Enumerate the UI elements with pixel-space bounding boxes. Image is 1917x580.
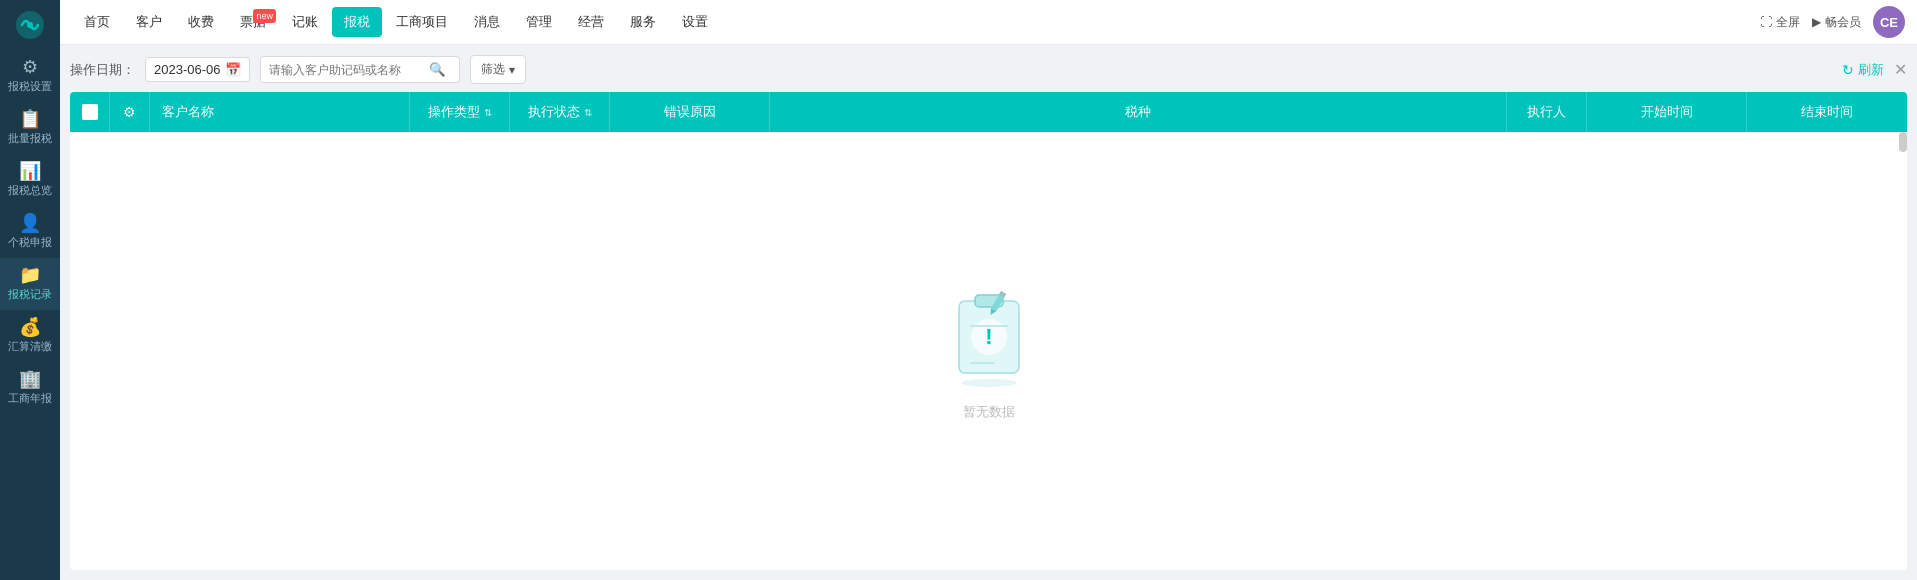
new-badge: new <box>253 9 276 23</box>
th-end-time-label: 结束时间 <box>1801 103 1853 121</box>
filter-label: 筛选 <box>481 61 505 78</box>
th-start-time: 开始时间 <box>1587 92 1747 132</box>
date-label: 操作日期： <box>70 61 135 79</box>
sidebar-item-baoshuizonglan[interactable]: 📊 报税总览 <box>0 154 60 206</box>
avatar[interactable]: CE <box>1873 6 1905 38</box>
fullscreen-label: 全屏 <box>1776 14 1800 31</box>
close-button[interactable]: ✕ <box>1894 62 1907 78</box>
main-area: 首页 客户 收费 票据 new 记账 报税 工商项目 消息 管理 经营 服务 设… <box>60 0 1917 580</box>
nav-shoufei[interactable]: 收费 <box>176 7 226 37</box>
refresh-icon: ↻ <box>1842 62 1854 78</box>
nav-gongshang[interactable]: 工商项目 <box>384 7 460 37</box>
nav-baoshui[interactable]: 报税 <box>332 7 382 37</box>
batch-tax-icon: 📋 <box>19 110 41 128</box>
th-op-type[interactable]: 操作类型 ⇅ <box>410 92 510 132</box>
sort-icon: ⇅ <box>484 107 492 118</box>
th-exec-status-label: 执行状态 <box>528 103 580 121</box>
empty-state: ! <box>899 241 1079 461</box>
nav-guanli[interactable]: 管理 <box>514 7 564 37</box>
nav-xiaoxi[interactable]: 消息 <box>462 7 512 37</box>
search-button[interactable]: 🔍 <box>421 57 454 82</box>
th-executor-label: 执行人 <box>1527 103 1566 121</box>
th-executor: 执行人 <box>1507 92 1587 132</box>
search-input[interactable] <box>261 58 421 82</box>
sort-icon: ⇅ <box>584 107 592 118</box>
sidebar-item-pilianbaoshui[interactable]: 📋 批量报税 <box>0 102 60 154</box>
svg-text:!: ! <box>985 324 992 349</box>
search-icon: 🔍 <box>429 62 446 77</box>
nav-shouye[interactable]: 首页 <box>72 7 122 37</box>
calendar-icon: 📅 <box>225 62 241 77</box>
app-logo <box>0 0 60 50</box>
date-picker[interactable]: 2023-06-06 📅 <box>145 57 250 82</box>
video-icon: ▶ <box>1812 15 1821 29</box>
th-tax-type: 税种 <box>770 92 1507 132</box>
annual-report-icon: 🏢 <box>19 370 41 388</box>
sidebar-item-label: 批量报税 <box>8 131 52 146</box>
sidebar-item-baoshuishezhi[interactable]: ⚙ 报税设置 <box>0 50 60 102</box>
th-client-label: 客户名称 <box>162 103 214 121</box>
nav-shezhi[interactable]: 设置 <box>670 7 720 37</box>
th-op-type-label: 操作类型 <box>428 103 480 121</box>
nav-fuwu[interactable]: 服务 <box>618 7 668 37</box>
nav-jizhang[interactable]: 记账 <box>280 7 330 37</box>
th-client: 客户名称 <box>150 92 410 132</box>
nav-items: 首页 客户 收费 票据 new 记账 报税 工商项目 消息 管理 经营 服务 设… <box>72 7 1760 37</box>
sidebar-item-label: 报税总览 <box>8 183 52 198</box>
nav-piao[interactable]: 票据 new <box>228 7 278 37</box>
column-settings-icon[interactable]: ⚙ <box>123 104 136 120</box>
scrollbar-thumb[interactable] <box>1899 132 1907 152</box>
search-box: 🔍 <box>260 56 460 83</box>
empty-text: 暂无数据 <box>963 403 1015 421</box>
svg-point-1 <box>27 22 33 28</box>
sidebar: ⚙ 报税设置 📋 批量报税 📊 报税总览 👤 个税申报 📁 报税记录 💰 汇算清… <box>0 0 60 580</box>
settings-icon: ⚙ <box>22 58 38 76</box>
content: 操作日期： 2023-06-06 📅 🔍 筛选 ▾ ↻ 刷新 ✕ <box>60 45 1917 580</box>
table-body: ! <box>70 132 1907 570</box>
svg-point-11 <box>961 379 1017 387</box>
th-error-reason: 错误原因 <box>610 92 770 132</box>
table-container: ⚙ 客户名称 操作类型 ⇅ 执行状态 ⇅ 错误原因 税种 <box>70 92 1907 570</box>
th-tax-type-label: 税种 <box>1125 103 1151 121</box>
sidebar-item-label: 工商年报 <box>8 391 52 406</box>
fullscreen-icon: ⛶ <box>1760 15 1772 29</box>
record-icon: 📁 <box>19 266 41 284</box>
member-btn[interactable]: ▶ 畅会员 <box>1812 14 1861 31</box>
filter-button[interactable]: 筛选 ▾ <box>470 55 526 84</box>
th-settings[interactable]: ⚙ <box>110 92 150 132</box>
nav-kehu[interactable]: 客户 <box>124 7 174 37</box>
select-all-checkbox[interactable] <box>82 104 98 120</box>
th-checkbox[interactable] <box>70 92 110 132</box>
th-end-time: 结束时间 <box>1747 92 1907 132</box>
overview-icon: 📊 <box>19 162 41 180</box>
member-label: 畅会员 <box>1825 14 1861 31</box>
sidebar-item-gongshangnianbao[interactable]: 🏢 工商年报 <box>0 362 60 414</box>
fullscreen-btn[interactable]: ⛶ 全屏 <box>1760 14 1800 31</box>
settlement-icon: 💰 <box>19 318 41 336</box>
personal-tax-icon: 👤 <box>19 214 41 232</box>
toolbar: 操作日期： 2023-06-06 📅 🔍 筛选 ▾ ↻ 刷新 ✕ <box>70 55 1907 84</box>
topnav-right: ⛶ 全屏 ▶ 畅会员 CE <box>1760 6 1905 38</box>
sidebar-item-label: 报税记录 <box>8 287 52 302</box>
sidebar-item-label: 个税申报 <box>8 235 52 250</box>
th-error-reason-label: 错误原因 <box>664 103 716 121</box>
th-start-time-label: 开始时间 <box>1641 103 1693 121</box>
chevron-down-icon: ▾ <box>509 63 515 77</box>
sidebar-item-label: 汇算清缴 <box>8 339 52 354</box>
empty-illustration: ! <box>939 281 1039 391</box>
sidebar-item-geshuishenbao[interactable]: 👤 个税申报 <box>0 206 60 258</box>
refresh-button[interactable]: ↻ 刷新 <box>1842 61 1884 79</box>
nav-jingying[interactable]: 经营 <box>566 7 616 37</box>
sidebar-item-huisuanjiaona[interactable]: 💰 汇算清缴 <box>0 310 60 362</box>
th-exec-status[interactable]: 执行状态 ⇅ <box>510 92 610 132</box>
table-header: ⚙ 客户名称 操作类型 ⇅ 执行状态 ⇅ 错误原因 税种 <box>70 92 1907 132</box>
topnav: 首页 客户 收费 票据 new 记账 报税 工商项目 消息 管理 经营 服务 设… <box>60 0 1917 45</box>
date-value: 2023-06-06 <box>154 62 221 77</box>
sidebar-item-baoshuijilu[interactable]: 📁 报税记录 <box>0 258 60 310</box>
refresh-label: 刷新 <box>1858 61 1884 79</box>
sidebar-item-label: 报税设置 <box>8 79 52 94</box>
